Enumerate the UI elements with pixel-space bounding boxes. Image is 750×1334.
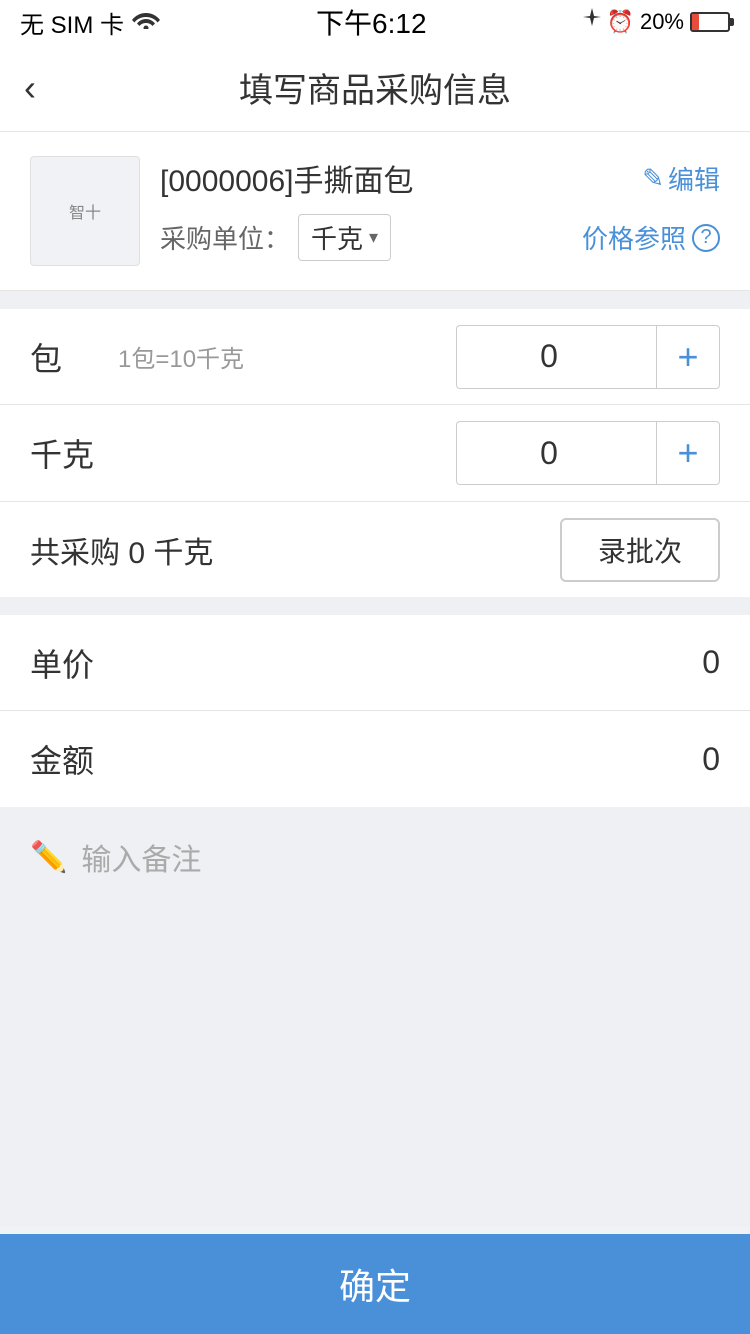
- kg-field-wrap: +: [456, 421, 720, 485]
- status-right: ⏰ 20%: [583, 8, 730, 36]
- nav-bar: ‹ 填写商品采购信息: [0, 44, 750, 132]
- unit-select[interactable]: 千克 ▾: [298, 214, 391, 261]
- confirm-button[interactable]: 确定: [0, 1234, 750, 1334]
- amount-label: 金额: [30, 736, 94, 782]
- section-divider-1: [0, 291, 750, 309]
- unit-label: 采购单位：: [160, 219, 290, 256]
- kg-plus-button[interactable]: +: [656, 421, 720, 485]
- batch-button[interactable]: 录批次: [560, 518, 720, 582]
- unit-price-value: 0: [702, 644, 720, 681]
- location-icon: [583, 8, 601, 36]
- wifi-icon: [132, 8, 160, 36]
- price-ref-label: 价格参照: [582, 219, 686, 256]
- product-card: 智十 [0000006]手撕面包 ✎ 编辑 采购单位： 千克 ▾ 价格参照 ?: [0, 132, 750, 291]
- unit-value: 千克: [311, 219, 363, 256]
- product-image: 智十: [30, 156, 140, 266]
- product-info: [0000006]手撕面包 ✎ 编辑 采购单位： 千克 ▾ 价格参照 ?: [160, 156, 720, 261]
- chevron-down-icon: ▾: [369, 227, 378, 248]
- input-section: 包 1包=10千克 + 千克 +: [0, 309, 750, 501]
- battery-fill: [692, 14, 699, 30]
- sim-label: 无 SIM 卡: [20, 5, 124, 40]
- package-plus-button[interactable]: +: [656, 325, 720, 389]
- help-icon: ?: [692, 224, 720, 252]
- product-name-row: [0000006]手撕面包 ✎ 编辑: [160, 156, 720, 200]
- summary-text: 共采购 0 千克: [30, 528, 213, 572]
- edit-icon: ✎: [642, 163, 664, 194]
- unit-row: 采购单位： 千克 ▾ 价格参照 ?: [160, 214, 720, 261]
- kg-input-row: 千克 +: [0, 405, 750, 501]
- amount-row: 金额 0: [0, 711, 750, 807]
- section-divider-2: [0, 597, 750, 615]
- summary-row: 共采购 0 千克 录批次: [0, 501, 750, 597]
- price-ref-button[interactable]: 价格参照 ?: [582, 219, 720, 256]
- package-input-row: 包 1包=10千克 +: [0, 309, 750, 405]
- note-section[interactable]: ✏️ 输入备注: [0, 807, 750, 907]
- note-placeholder: 输入备注: [81, 835, 201, 879]
- content-area: [0, 907, 750, 1227]
- package-label: 包: [30, 334, 110, 380]
- status-left: 无 SIM 卡: [20, 5, 160, 40]
- amount-value: 0: [702, 741, 720, 778]
- unit-price-label: 单价: [30, 640, 94, 686]
- status-time: 下午6:12: [316, 2, 427, 42]
- kg-label: 千克: [30, 430, 110, 476]
- product-name: [0000006]手撕面包: [160, 156, 413, 200]
- package-sublabel: 1包=10千克: [118, 339, 456, 374]
- price-section: 单价 0 金额 0: [0, 615, 750, 807]
- battery-percent: 20%: [640, 9, 684, 35]
- kg-input[interactable]: [456, 421, 656, 485]
- package-field-wrap: +: [456, 325, 720, 389]
- edit-label: 编辑: [668, 160, 720, 197]
- battery-icon: [690, 12, 730, 32]
- back-button[interactable]: ‹: [24, 67, 36, 109]
- product-logo: 智十: [69, 199, 101, 223]
- package-input[interactable]: [456, 325, 656, 389]
- status-bar: 无 SIM 卡 下午6:12 ⏰ 20%: [0, 0, 750, 44]
- pencil-icon: ✏️: [30, 840, 67, 875]
- edit-button[interactable]: ✎ 编辑: [642, 160, 720, 197]
- page-title: 填写商品采购信息: [239, 63, 511, 112]
- alarm-icon: ⏰: [607, 9, 634, 35]
- unit-price-row: 单价 0: [0, 615, 750, 711]
